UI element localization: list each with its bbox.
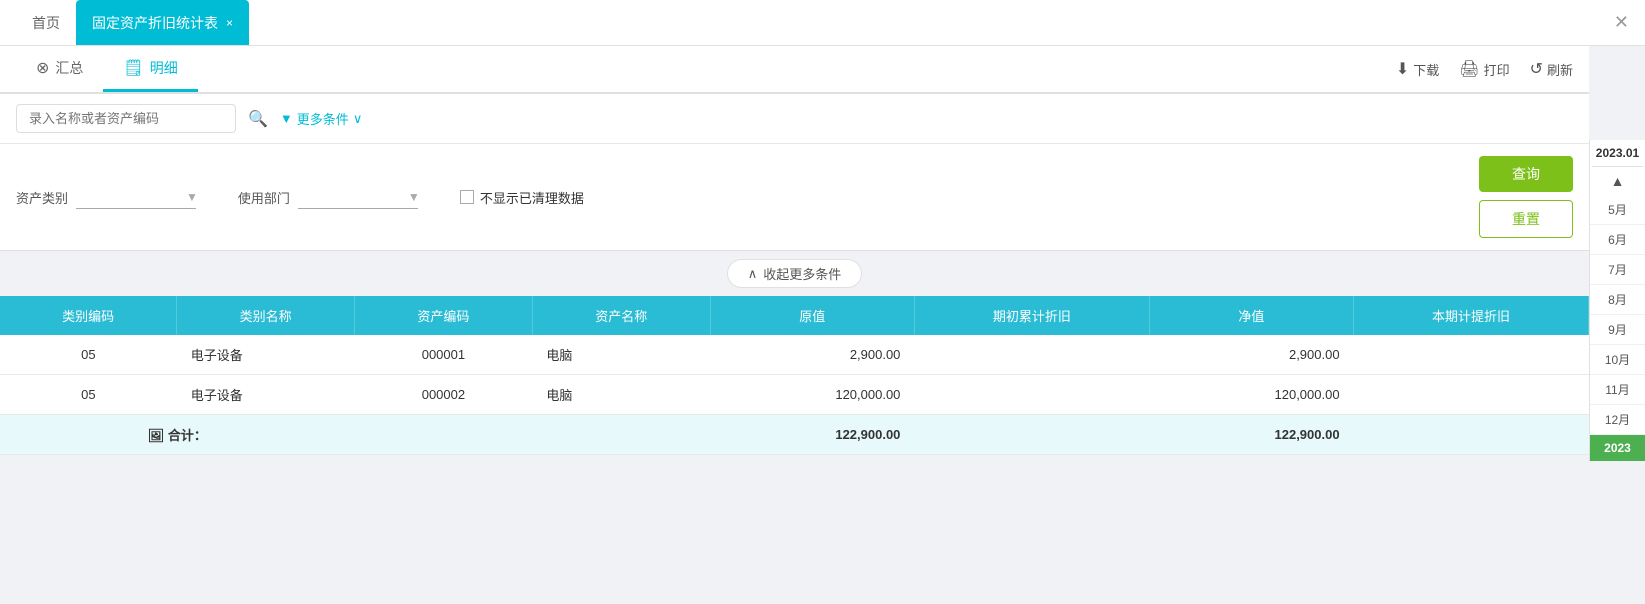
search-bar: 🔍 ▼ 更多条件 ∨: [0, 94, 1589, 144]
sub-toolbar: ⊗ 汇总 🗒 明细 ⬇ 下载 🖨 打印 ↺ 刷新: [0, 46, 1589, 94]
total-icon-cell: 🖼 合计：: [0, 415, 355, 455]
reset-button[interactable]: 重置: [1479, 200, 1573, 238]
download-label: 下载: [1413, 60, 1439, 79]
month-8[interactable]: 8月: [1590, 285, 1645, 315]
table-header-row: 类别编码 类别名称 资产编码 资产名称 原值 期初累计折旧 净值 本期计提折旧: [0, 296, 1589, 335]
refresh-icon: ↺: [1530, 59, 1543, 79]
col-current-depreciation: 本期计提折旧: [1354, 296, 1589, 335]
download-button[interactable]: ⬇ 下载: [1396, 59, 1439, 79]
month-6[interactable]: 6月: [1590, 225, 1645, 255]
more-conditions-button[interactable]: ▼ 更多条件 ∨: [280, 109, 362, 128]
print-icon: 🖨: [1459, 59, 1479, 79]
asset-category-label: 资产类别: [16, 188, 68, 207]
query-button[interactable]: 查询: [1479, 156, 1573, 192]
cell-asset-code: 000002: [355, 375, 533, 415]
summary-icon: ⊗: [36, 58, 49, 78]
cell-cat-name: 电子设备: [177, 335, 355, 375]
summary-tab[interactable]: ⊗ 汇总: [16, 46, 103, 92]
cell-net-value: 2,900.00: [1149, 335, 1353, 375]
refresh-button[interactable]: ↺ 刷新: [1530, 59, 1573, 79]
table-row: 05 电子设备 000001 电脑 2,900.00 2,900.00: [0, 335, 1589, 375]
nav-up-arrow[interactable]: ▲: [1590, 167, 1645, 195]
month-11[interactable]: 11月: [1590, 375, 1645, 405]
month-9[interactable]: 9月: [1590, 315, 1645, 345]
cell-original-value: 120,000.00: [710, 375, 914, 415]
cell-accumulated: [914, 375, 1149, 415]
toolbar-right: ⬇ 下载 🖨 打印 ↺ 刷新: [1396, 59, 1573, 79]
date-header: 2023.01: [1592, 140, 1643, 167]
data-table-container: 类别编码 类别名称 资产编码 资产名称 原值 期初累计折旧 净值 本期计提折旧 …: [0, 296, 1589, 455]
top-tab-bar: 首页 固定资产折旧统计表 × ✕: [0, 0, 1645, 46]
cell-current-dep: [1354, 375, 1589, 415]
year-current[interactable]: 2023: [1590, 435, 1645, 462]
col-asset-code: 资产编码: [355, 296, 533, 335]
collapse-button[interactable]: ∧ 收起更多条件: [727, 259, 863, 288]
collapse-bar: ∧ 收起更多条件: [0, 251, 1589, 296]
active-tab[interactable]: 固定资产折旧统计表 ×: [76, 0, 249, 45]
close-tab-icon[interactable]: ×: [226, 16, 233, 30]
total-original-value: 122,900.00: [710, 415, 914, 455]
data-table: 类别编码 类别名称 资产编码 资产名称 原值 期初累计折旧 净值 本期计提折旧 …: [0, 296, 1589, 455]
more-conditions-label: 更多条件: [297, 109, 349, 128]
col-net-value: 净值: [1149, 296, 1353, 335]
filter-row: 资产类别 ▼ 使用部门 ▼ 不显示已清理数据: [16, 156, 1573, 238]
col-original-value: 原值: [710, 296, 914, 335]
collapse-label: 收起更多条件: [763, 264, 841, 283]
refresh-label: 刷新: [1547, 60, 1573, 79]
col-accumulated-depreciation: 期初累计折旧: [914, 296, 1149, 335]
month-7[interactable]: 7月: [1590, 255, 1645, 285]
cell-asset-code: 000001: [355, 335, 533, 375]
month-12[interactable]: 12月: [1590, 405, 1645, 435]
asset-category-filter: 资产类别 ▼: [16, 185, 198, 209]
cell-asset-name: 电脑: [532, 375, 710, 415]
download-icon: ⬇: [1396, 59, 1409, 79]
col-category-code: 类别编码: [0, 296, 177, 335]
department-select[interactable]: [298, 185, 418, 209]
cell-asset-name: 电脑: [532, 335, 710, 375]
no-cleared-label: 不显示已清理数据: [480, 188, 584, 207]
cell-accumulated: [914, 335, 1149, 375]
filter-buttons: 查询 重置: [1479, 156, 1573, 238]
filter-section: 资产类别 ▼ 使用部门 ▼ 不显示已清理数据: [0, 144, 1589, 251]
total-net-value: 122,900.00: [1149, 415, 1353, 455]
table-row: 05 电子设备 000002 电脑 120,000.00 120,000.00: [0, 375, 1589, 415]
detail-tab[interactable]: 🗒 明细: [103, 46, 197, 92]
search-icon[interactable]: 🔍: [248, 109, 268, 129]
cell-net-value: 120,000.00: [1149, 375, 1353, 415]
detail-tab-label: 明细: [150, 58, 178, 78]
search-input[interactable]: [16, 104, 236, 133]
active-tab-label: 固定资产折旧统计表: [92, 13, 218, 33]
no-cleared-checkbox[interactable]: [460, 190, 474, 204]
home-tab[interactable]: 首页: [16, 13, 76, 33]
cell-current-dep: [1354, 335, 1589, 375]
print-button[interactable]: 🖨 打印: [1459, 59, 1509, 79]
no-cleared-filter: 不显示已清理数据: [460, 188, 584, 207]
global-close-button[interactable]: ✕: [1614, 12, 1629, 33]
chevron-down-icon: ∨: [353, 111, 363, 127]
month-nav: 2023.01 ▲ 5月 6月 7月 8月 9月 10月 11月 12月 202…: [1589, 140, 1645, 462]
cell-cat-code: 05: [0, 375, 177, 415]
col-category-name: 类别名称: [177, 296, 355, 335]
month-5[interactable]: 5月: [1590, 195, 1645, 225]
detail-icon: 🗒: [123, 58, 143, 78]
cell-original-value: 2,900.00: [710, 335, 914, 375]
asset-category-select[interactable]: [76, 185, 196, 209]
department-label: 使用部门: [238, 188, 290, 207]
collapse-icon: ∧: [748, 266, 758, 282]
month-10[interactable]: 10月: [1590, 345, 1645, 375]
print-label: 打印: [1484, 60, 1510, 79]
total-row: 🖼 合计： 122,900.00 122,900.00: [0, 415, 1589, 455]
department-filter: 使用部门 ▼: [238, 185, 420, 209]
summary-tab-label: 汇总: [55, 58, 83, 78]
total-current-dep: [1354, 415, 1589, 455]
filter-icon: ▼: [280, 111, 293, 126]
cell-cat-name: 电子设备: [177, 375, 355, 415]
col-asset-name: 资产名称: [532, 296, 710, 335]
total-icon: 🖼: [148, 428, 165, 443]
total-accumulated: [914, 415, 1149, 455]
cell-cat-code: 05: [0, 335, 177, 375]
